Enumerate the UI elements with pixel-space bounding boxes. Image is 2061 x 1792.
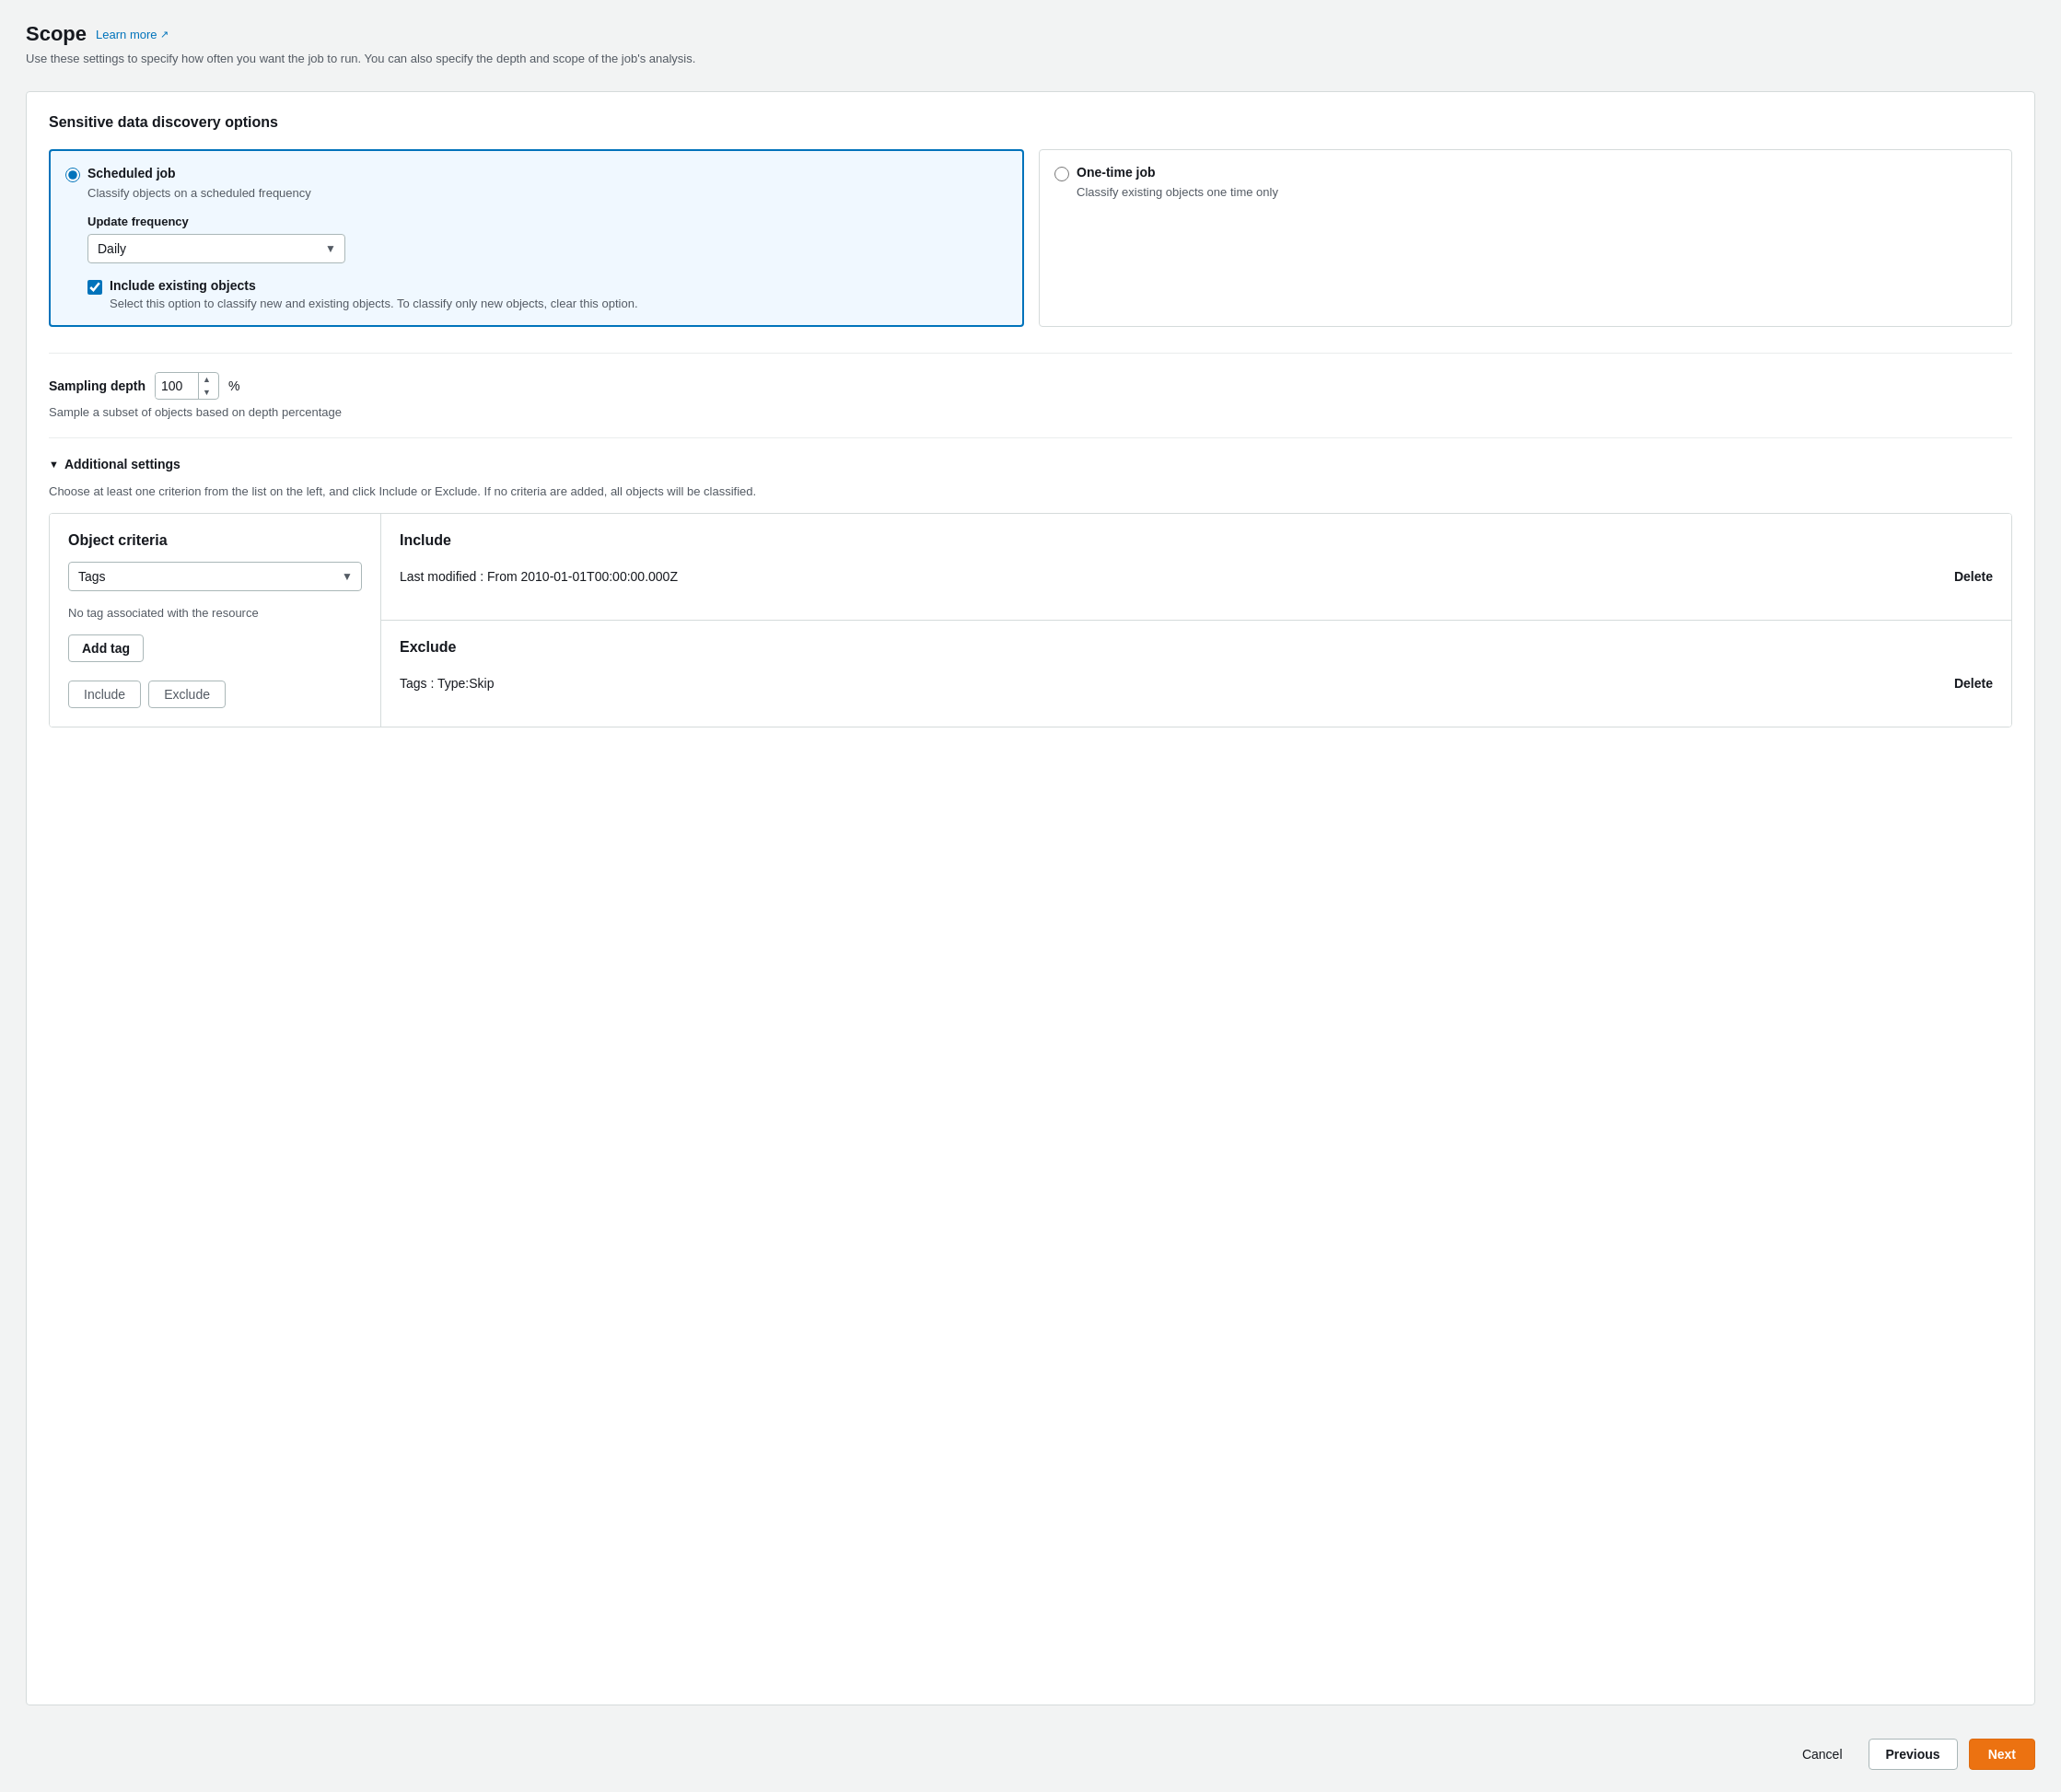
criteria-type-select[interactable]: Tags File extensions Last modified bbox=[68, 562, 362, 591]
one-time-job-label: One-time job bbox=[1077, 165, 1156, 180]
frequency-select-wrapper: Daily Weekly Monthly ▼ bbox=[87, 234, 345, 263]
exclude-item-row: Tags : Type:Skip Delete bbox=[400, 669, 1993, 698]
page-title: Scope bbox=[26, 22, 87, 46]
scheduled-job-desc: Classify objects on a scheduled frequenc… bbox=[87, 186, 1007, 200]
sampling-input-wrapper: ▲ ▼ bbox=[155, 372, 219, 400]
additional-settings-section: ▼ Additional settings Choose at least on… bbox=[49, 457, 2012, 727]
criteria-panels: Object criteria Tags File extensions Las… bbox=[49, 513, 2012, 727]
scheduled-job-label: Scheduled job bbox=[87, 166, 176, 180]
one-time-job-option[interactable]: One-time job Classify existing objects o… bbox=[1039, 149, 2012, 327]
include-existing-label: Include existing objects bbox=[110, 278, 256, 293]
include-item-text: Last modified : From 2010-01-01T00:00:00… bbox=[400, 569, 678, 584]
exclude-panel: Exclude Tags : Type:Skip Delete bbox=[381, 621, 2011, 727]
exclude-item-text: Tags : Type:Skip bbox=[400, 676, 494, 691]
divider-1 bbox=[49, 353, 2012, 354]
include-item-delete[interactable]: Delete bbox=[1954, 569, 1993, 584]
page-container: Scope Learn more ↗ Use these settings to… bbox=[0, 0, 2061, 1792]
scheduled-job-option[interactable]: Scheduled job Classify objects on a sche… bbox=[49, 149, 1024, 327]
update-frequency-section: Update frequency Daily Weekly Monthly ▼ bbox=[87, 215, 1007, 263]
additional-settings-header[interactable]: ▼ Additional settings bbox=[49, 457, 2012, 471]
main-card: Sensitive data discovery options Schedul… bbox=[26, 91, 2035, 1705]
next-button[interactable]: Next bbox=[1969, 1739, 2035, 1770]
exclude-item-delete[interactable]: Delete bbox=[1954, 676, 1993, 691]
additional-settings-desc: Choose at least one criterion from the l… bbox=[49, 484, 2012, 498]
page-header: Scope Learn more ↗ Use these settings to… bbox=[26, 22, 2035, 84]
footer-actions: Cancel Previous Next bbox=[26, 1724, 2035, 1774]
scheduled-job-header: Scheduled job bbox=[65, 166, 1007, 182]
include-panel-title: Include bbox=[400, 532, 1993, 549]
sensitive-data-section: Sensitive data discovery options Schedul… bbox=[49, 114, 2012, 727]
sampling-spinners: ▲ ▼ bbox=[198, 373, 215, 399]
sampling-label: Sampling depth bbox=[49, 378, 146, 393]
criteria-right-panel: Include Last modified : From 2010-01-01T… bbox=[381, 514, 2011, 727]
page-description: Use these settings to specify how often … bbox=[26, 52, 2035, 65]
sampling-input[interactable] bbox=[156, 374, 198, 398]
include-existing-checkbox[interactable] bbox=[87, 280, 102, 295]
sampling-row: Sampling depth ▲ ▼ % bbox=[49, 372, 2012, 400]
criteria-left-panel: Object criteria Tags File extensions Las… bbox=[50, 514, 381, 727]
one-time-job-radio[interactable] bbox=[1054, 167, 1069, 181]
add-tag-button[interactable]: Add tag bbox=[68, 634, 144, 662]
include-existing-desc: Select this option to classify new and e… bbox=[110, 297, 1007, 310]
sampling-unit: % bbox=[228, 378, 239, 393]
include-panel: Include Last modified : From 2010-01-01T… bbox=[381, 514, 2011, 621]
include-button[interactable]: Include bbox=[68, 681, 141, 708]
additional-settings-title: Additional settings bbox=[64, 457, 180, 471]
include-existing-section: Include existing objects Select this opt… bbox=[87, 278, 1007, 310]
divider-2 bbox=[49, 437, 2012, 438]
cancel-button[interactable]: Cancel bbox=[1787, 1740, 1857, 1769]
sampling-up-btn[interactable]: ▲ bbox=[199, 373, 215, 386]
external-link-icon: ↗ bbox=[160, 29, 169, 41]
sampling-section: Sampling depth ▲ ▼ % Sample a subset of … bbox=[49, 372, 2012, 419]
scheduled-job-radio[interactable] bbox=[65, 168, 80, 182]
exclude-button[interactable]: Exclude bbox=[148, 681, 226, 708]
one-time-job-header: One-time job bbox=[1054, 165, 1997, 181]
tags-select-wrapper: Tags File extensions Last modified ▼ bbox=[68, 562, 362, 591]
sampling-down-btn[interactable]: ▼ bbox=[199, 386, 215, 399]
page-title-row: Scope Learn more ↗ bbox=[26, 22, 2035, 46]
update-freq-label: Update frequency bbox=[87, 215, 1007, 228]
section-title: Sensitive data discovery options bbox=[49, 114, 2012, 131]
previous-button[interactable]: Previous bbox=[1869, 1739, 1958, 1770]
sampling-hint: Sample a subset of objects based on dept… bbox=[49, 405, 2012, 419]
learn-more-label: Learn more bbox=[96, 28, 157, 41]
object-criteria-title: Object criteria bbox=[68, 532, 362, 549]
include-existing-row: Include existing objects bbox=[87, 278, 1007, 295]
frequency-select[interactable]: Daily Weekly Monthly bbox=[87, 234, 345, 263]
criteria-actions: Include Exclude bbox=[68, 681, 362, 708]
learn-more-link[interactable]: Learn more ↗ bbox=[96, 28, 168, 41]
one-time-job-desc: Classify existing objects one time only bbox=[1077, 185, 1997, 199]
options-row: Scheduled job Classify objects on a sche… bbox=[49, 149, 2012, 327]
no-tag-text: No tag associated with the resource bbox=[68, 606, 362, 620]
exclude-panel-title: Exclude bbox=[400, 639, 1993, 656]
include-item-row: Last modified : From 2010-01-01T00:00:00… bbox=[400, 562, 1993, 591]
collapse-arrow-icon: ▼ bbox=[49, 459, 59, 470]
